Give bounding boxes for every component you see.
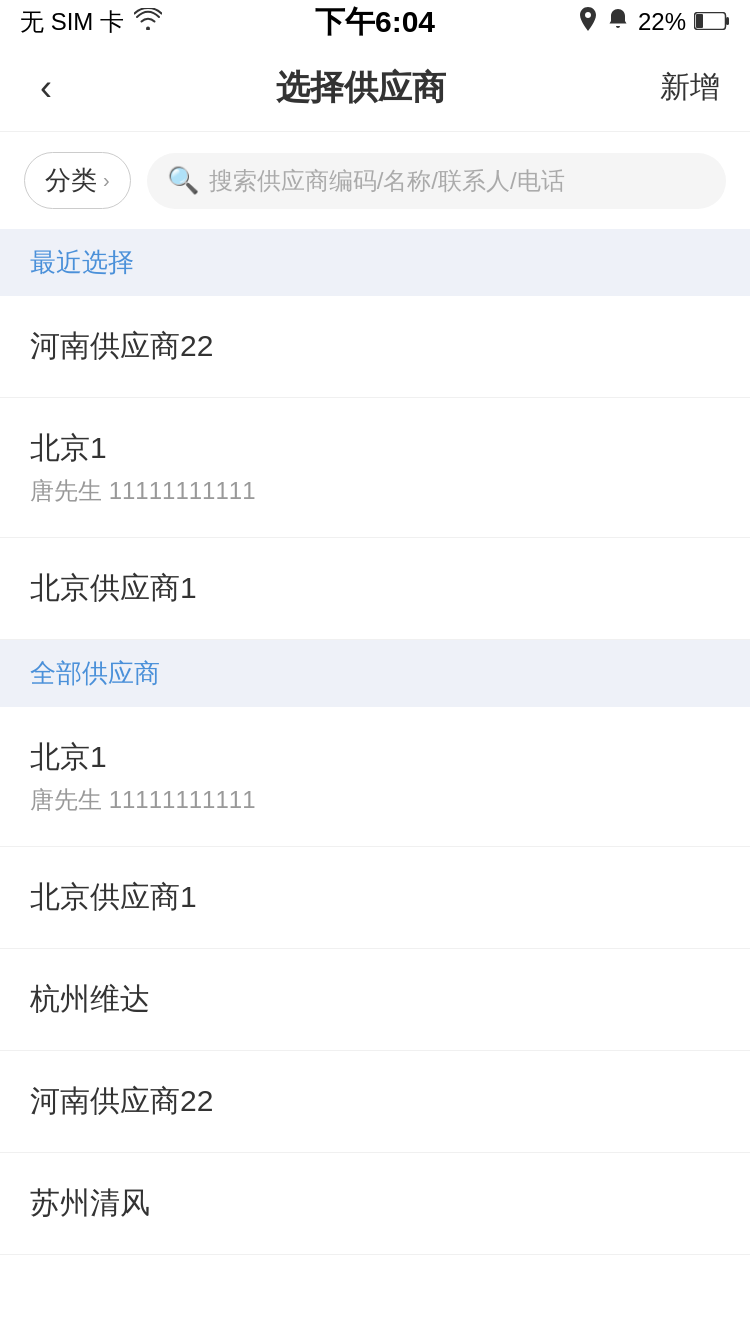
nav-bar: ‹ 选择供应商 新增	[0, 44, 750, 132]
item-name: 北京供应商1	[30, 877, 720, 918]
status-right: 22%	[578, 7, 730, 37]
status-bar: 无 SIM 卡 下午6:04 22%	[0, 0, 750, 44]
recent-section-label: 最近选择	[30, 247, 134, 277]
search-icon: 🔍	[167, 165, 199, 196]
list-item[interactable]: 河南供应商22	[0, 1051, 750, 1153]
carrier-label: 无 SIM 卡	[20, 6, 124, 38]
list-item[interactable]: 北京1 唐先生 11111111111	[0, 398, 750, 538]
list-item[interactable]: 北京供应商1	[0, 538, 750, 640]
list-item[interactable]: 杭州维达	[0, 949, 750, 1051]
all-section-label: 全部供应商	[30, 658, 160, 688]
search-box[interactable]: 🔍 搜索供应商编码/名称/联系人/电话	[147, 153, 726, 209]
list-item[interactable]: 北京供应商1	[0, 847, 750, 949]
item-name: 北京供应商1	[30, 568, 720, 609]
wifi-icon	[134, 8, 162, 36]
item-name: 杭州维达	[30, 979, 720, 1020]
list-item[interactable]: 苏州清风	[0, 1153, 750, 1255]
all-section-header: 全部供应商	[0, 640, 750, 707]
item-name: 河南供应商22	[30, 1081, 720, 1122]
category-label: 分类	[45, 163, 97, 198]
all-list: 北京1 唐先生 11111111111 北京供应商1 杭州维达河南供应商22 苏州清风	[0, 707, 750, 1255]
category-button[interactable]: 分类 ›	[24, 152, 131, 209]
list-item[interactable]: 北京1 唐先生 11111111111	[0, 707, 750, 847]
status-left: 无 SIM 卡	[20, 6, 162, 38]
status-time: 下午6:04	[315, 2, 435, 43]
alarm-icon	[606, 7, 630, 37]
list-item[interactable]: 河南供应商22	[0, 296, 750, 398]
chevron-right-icon: ›	[103, 169, 110, 192]
svg-rect-2	[696, 14, 703, 28]
item-name: 苏州清风	[30, 1183, 720, 1224]
search-placeholder: 搜索供应商编码/名称/联系人/电话	[209, 165, 565, 197]
item-detail: 唐先生 11111111111	[30, 784, 720, 816]
recent-list: 河南供应商22 北京1 唐先生 11111111111 北京供应商1	[0, 296, 750, 640]
item-name: 北京1	[30, 428, 720, 469]
item-name: 北京1	[30, 737, 720, 778]
add-button[interactable]: 新增	[660, 67, 720, 108]
item-detail: 唐先生 11111111111	[30, 475, 720, 507]
item-name: 河南供应商22	[30, 326, 720, 367]
location-icon	[578, 7, 598, 37]
battery-label: 22%	[638, 8, 686, 36]
page-title: 选择供应商	[276, 65, 446, 111]
battery-icon	[694, 8, 730, 36]
back-button[interactable]: ‹	[30, 57, 62, 119]
svg-rect-1	[726, 17, 729, 25]
recent-section-header: 最近选择	[0, 229, 750, 296]
filter-bar: 分类 › 🔍 搜索供应商编码/名称/联系人/电话	[0, 132, 750, 229]
